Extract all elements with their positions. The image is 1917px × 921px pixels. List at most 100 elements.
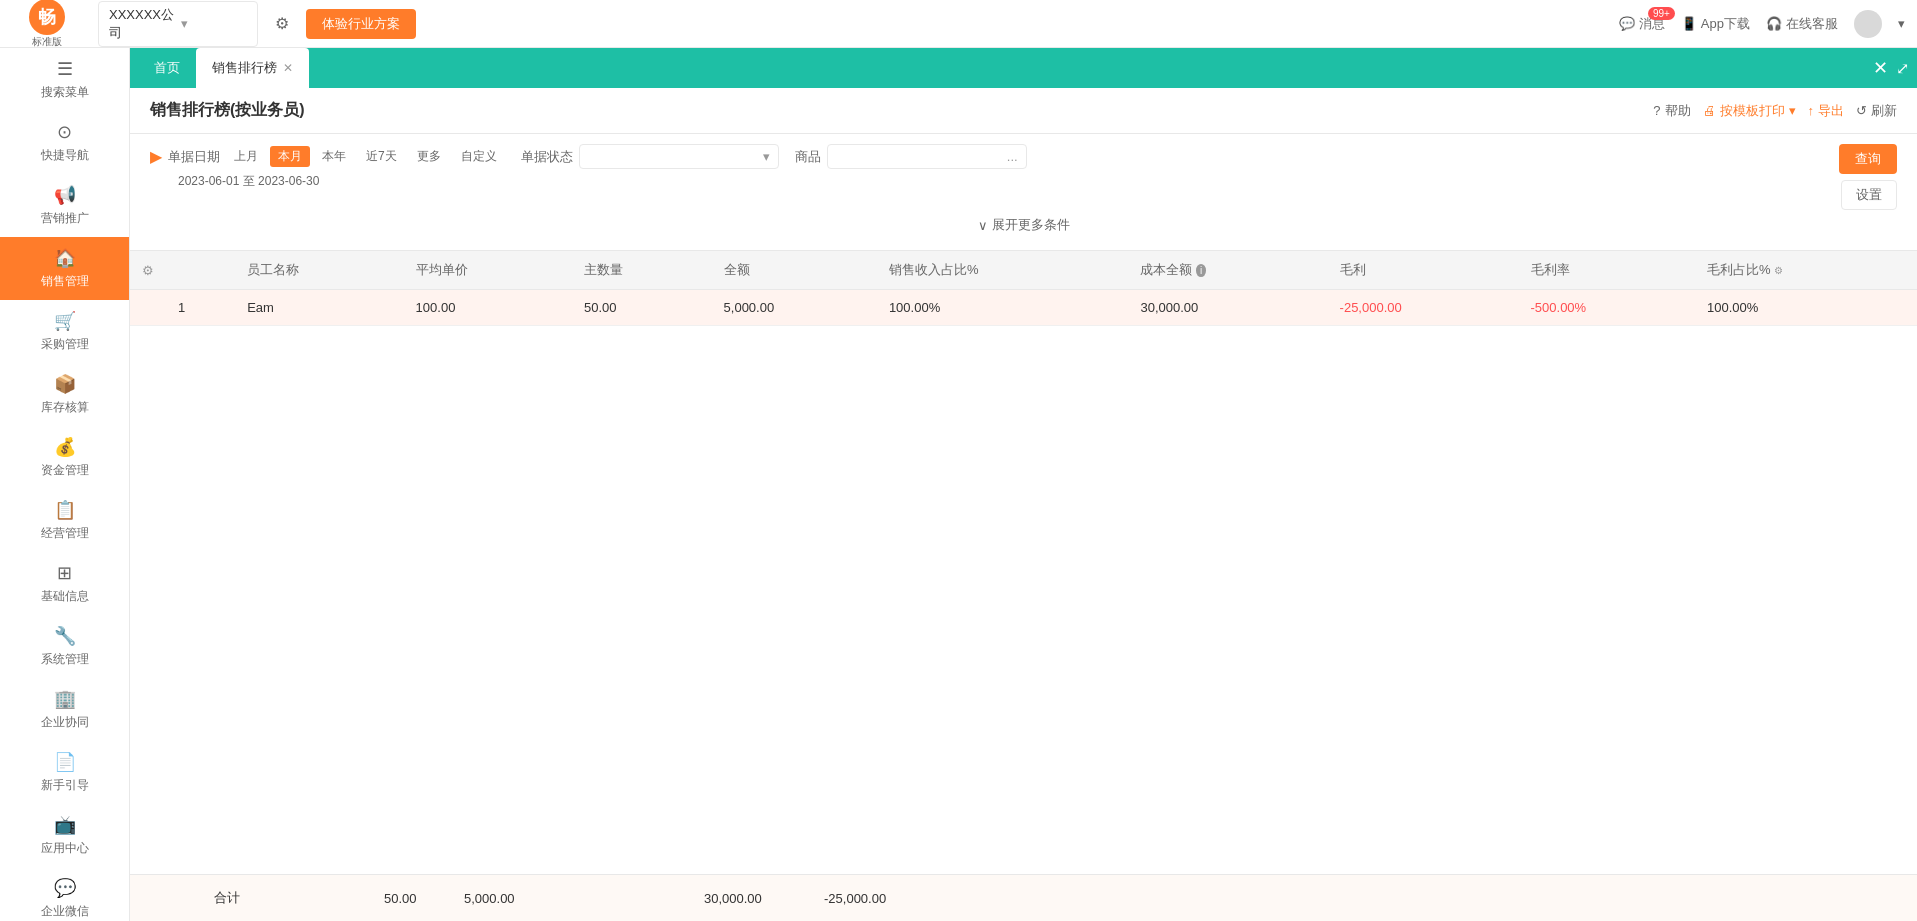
row-avg-price: 100.00 bbox=[404, 290, 572, 326]
refresh-button[interactable]: ↺ 刷新 bbox=[1856, 102, 1897, 120]
sales-icon: 🏠 bbox=[54, 247, 76, 269]
date-tab-last-month[interactable]: 上月 bbox=[226, 146, 266, 167]
col-sales-pct: 销售收入占比% bbox=[877, 251, 1129, 290]
tab-bar: 首页 销售排行榜 ✕ ✕ ⤢ bbox=[130, 48, 1917, 88]
footer-sales-pct bbox=[572, 894, 692, 902]
footer-main-qty: 50.00 bbox=[372, 887, 452, 910]
sidebar-item-guide[interactable]: 📄 新手引导 bbox=[0, 741, 129, 804]
top-bar-right: 💬 消息 99+ 📱 App下载 🎧 在线客服 ▾ bbox=[1619, 10, 1905, 38]
date-tab-more[interactable]: 更多 bbox=[409, 146, 449, 167]
row-settings bbox=[130, 290, 166, 326]
goods-more-icon: ... bbox=[1007, 149, 1018, 164]
sidebar-item-label: 企业协同 bbox=[41, 714, 89, 731]
col-amount: 全额 bbox=[712, 251, 877, 290]
print-button[interactable]: 🖨 按模板打印 ▾ bbox=[1703, 102, 1796, 120]
sidebar-item-label: 搜索菜单 bbox=[41, 84, 89, 101]
purchase-icon: 🛒 bbox=[54, 310, 76, 332]
sidebar-item-shortcut[interactable]: ⊙ 快捷导航 bbox=[0, 111, 129, 174]
sidebar-item-system[interactable]: 🔧 系统管理 bbox=[0, 615, 129, 678]
status-label: 单据状态 bbox=[521, 148, 573, 166]
headset-icon: 🎧 bbox=[1766, 16, 1782, 31]
footer-spacer2 bbox=[172, 894, 202, 902]
app-download-button[interactable]: 📱 App下载 bbox=[1681, 15, 1750, 33]
date-tab-7days[interactable]: 近7天 bbox=[358, 146, 405, 167]
sidebar-item-sales[interactable]: 🏠 销售管理 bbox=[0, 237, 129, 300]
tab-close-icon[interactable]: ✕ bbox=[283, 61, 293, 75]
print-chevron-icon: ▾ bbox=[1789, 103, 1796, 118]
settings-button[interactable]: 设置 bbox=[1841, 180, 1897, 210]
goods-select[interactable]: ... bbox=[827, 144, 1027, 169]
expand-conditions: ∨ 展开更多条件 bbox=[150, 210, 1897, 240]
sidebar-item-label: 销售管理 bbox=[41, 273, 89, 290]
filter-expand-icon[interactable]: ▶ bbox=[150, 147, 162, 166]
tab-home[interactable]: 首页 bbox=[138, 48, 196, 88]
tab-bar-expand-button[interactable]: ⤢ bbox=[1896, 59, 1909, 78]
footer-profit: -25,000.00 bbox=[812, 887, 932, 910]
help-button[interactable]: ? 帮助 bbox=[1653, 102, 1690, 120]
inventory-icon: 📦 bbox=[54, 373, 76, 395]
table-header-row: ⚙ 员工名称 平均单价 主数量 全额 销售收入占比% 成本全额 i 毛利 毛利率… bbox=[130, 251, 1917, 290]
date-tab-this-month[interactable]: 本月 bbox=[270, 146, 310, 167]
refresh-icon: ↺ bbox=[1856, 103, 1867, 118]
expand-more-button[interactable]: ∨ 展开更多条件 bbox=[978, 216, 1070, 234]
col-profit: 毛利 bbox=[1328, 251, 1519, 290]
company-settings-button[interactable]: ⚙ bbox=[266, 8, 298, 40]
app-download-icon: 📱 bbox=[1681, 16, 1697, 31]
goods-label: 商品 bbox=[795, 148, 821, 166]
sidebar-item-enterprise[interactable]: 🏢 企业协同 bbox=[0, 678, 129, 741]
footer-cost-amount: 30,000.00 bbox=[692, 887, 812, 910]
online-service-label: 在线客服 bbox=[1786, 15, 1838, 33]
sidebar-item-inventory[interactable]: 📦 库存核算 bbox=[0, 363, 129, 426]
sidebar-item-label: 新手引导 bbox=[41, 777, 89, 794]
export-button[interactable]: ↑ 导出 bbox=[1808, 102, 1845, 120]
sidebar-item-appstore[interactable]: 📺 应用中心 bbox=[0, 804, 129, 867]
app-logo: 畅 标准版 bbox=[12, 0, 82, 49]
tab-bar-close-button[interactable]: ✕ bbox=[1873, 57, 1888, 79]
page-actions: ? 帮助 🖨 按模板打印 ▾ ↑ 导出 ↺ 刷新 bbox=[1653, 102, 1897, 120]
online-service-button[interactable]: 🎧 在线客服 bbox=[1766, 15, 1838, 33]
filter-actions: 查询 设置 bbox=[1839, 144, 1897, 210]
table-footer: 合计 50.00 5,000.00 30,000.00 -25,000.00 bbox=[130, 874, 1917, 921]
top-bar: 畅 标准版 XXXXXX公司 ▾ ⚙ 体验行业方案 💬 消息 99+ 📱 App… bbox=[0, 0, 1917, 48]
footer-profit-pct bbox=[1032, 894, 1132, 902]
finance-icon: 💰 bbox=[54, 436, 76, 458]
data-table: ⚙ 员工名称 平均单价 主数量 全额 销售收入占比% 成本全额 i 毛利 毛利率… bbox=[130, 251, 1917, 326]
row-profit-rate: -500.00% bbox=[1519, 290, 1695, 326]
footer-label: 合计 bbox=[202, 885, 252, 911]
col-settings[interactable]: ⚙ bbox=[130, 251, 166, 290]
status-select[interactable]: ▾ bbox=[579, 144, 779, 169]
row-amount: 5,000.00 bbox=[712, 290, 877, 326]
col-profit-pct: 毛利占比% ⚙ bbox=[1695, 251, 1917, 290]
date-tabs: 上月 本月 本年 近7天 更多 自定义 bbox=[226, 146, 505, 167]
sidebar-item-search[interactable]: ☰ 搜索菜单 bbox=[0, 48, 129, 111]
date-tab-custom[interactable]: 自定义 bbox=[453, 146, 505, 167]
status-filter: 单据状态 ▾ bbox=[521, 144, 779, 169]
query-button[interactable]: 查询 bbox=[1839, 144, 1897, 174]
avatar[interactable] bbox=[1854, 10, 1882, 38]
company-name: XXXXXX公司 bbox=[109, 6, 175, 42]
filter-row-1: ▶ 单据日期 上月 本月 本年 近7天 更多 自定义 bbox=[150, 144, 1823, 169]
sidebar-item-finance[interactable]: 💰 资金管理 bbox=[0, 426, 129, 489]
sidebar-item-basic[interactable]: ⊞ 基础信息 bbox=[0, 552, 129, 615]
col-rank bbox=[166, 251, 235, 290]
tab-active-label: 销售排行榜 bbox=[212, 59, 277, 77]
date-filter: ▶ 单据日期 上月 本月 本年 近7天 更多 自定义 bbox=[150, 146, 505, 167]
row-profit: -25,000.00 bbox=[1328, 290, 1519, 326]
footer-row: 合计 50.00 5,000.00 30,000.00 -25,000.00 bbox=[142, 885, 1905, 911]
content-area: 首页 销售排行榜 ✕ ✕ ⤢ 销售排行榜(按业务员) ? 帮助 bbox=[130, 48, 1917, 921]
trial-button[interactable]: 体验行业方案 bbox=[306, 9, 416, 39]
user-name[interactable]: ▾ bbox=[1898, 16, 1905, 31]
sidebar-item-purchase[interactable]: 🛒 采购管理 bbox=[0, 300, 129, 363]
sidebar-item-marketing[interactable]: 📢 营销推广 bbox=[0, 174, 129, 237]
logo-subtext: 标准版 bbox=[32, 35, 62, 49]
company-selector[interactable]: XXXXXX公司 ▾ bbox=[98, 1, 258, 47]
sidebar-item-wechat[interactable]: 💬 企业微信 bbox=[0, 867, 129, 921]
tab-sales-ranking[interactable]: 销售排行榜 ✕ bbox=[196, 48, 309, 88]
message-badge: 99+ bbox=[1648, 7, 1675, 20]
sidebar-item-operation[interactable]: 📋 经营管理 bbox=[0, 489, 129, 552]
message-button[interactable]: 💬 消息 99+ bbox=[1619, 15, 1665, 33]
goods-filter: 商品 ... bbox=[795, 144, 1027, 169]
cost-info-icon: i bbox=[1196, 264, 1206, 277]
guide-icon: 📄 bbox=[54, 751, 76, 773]
date-tab-this-year[interactable]: 本年 bbox=[314, 146, 354, 167]
